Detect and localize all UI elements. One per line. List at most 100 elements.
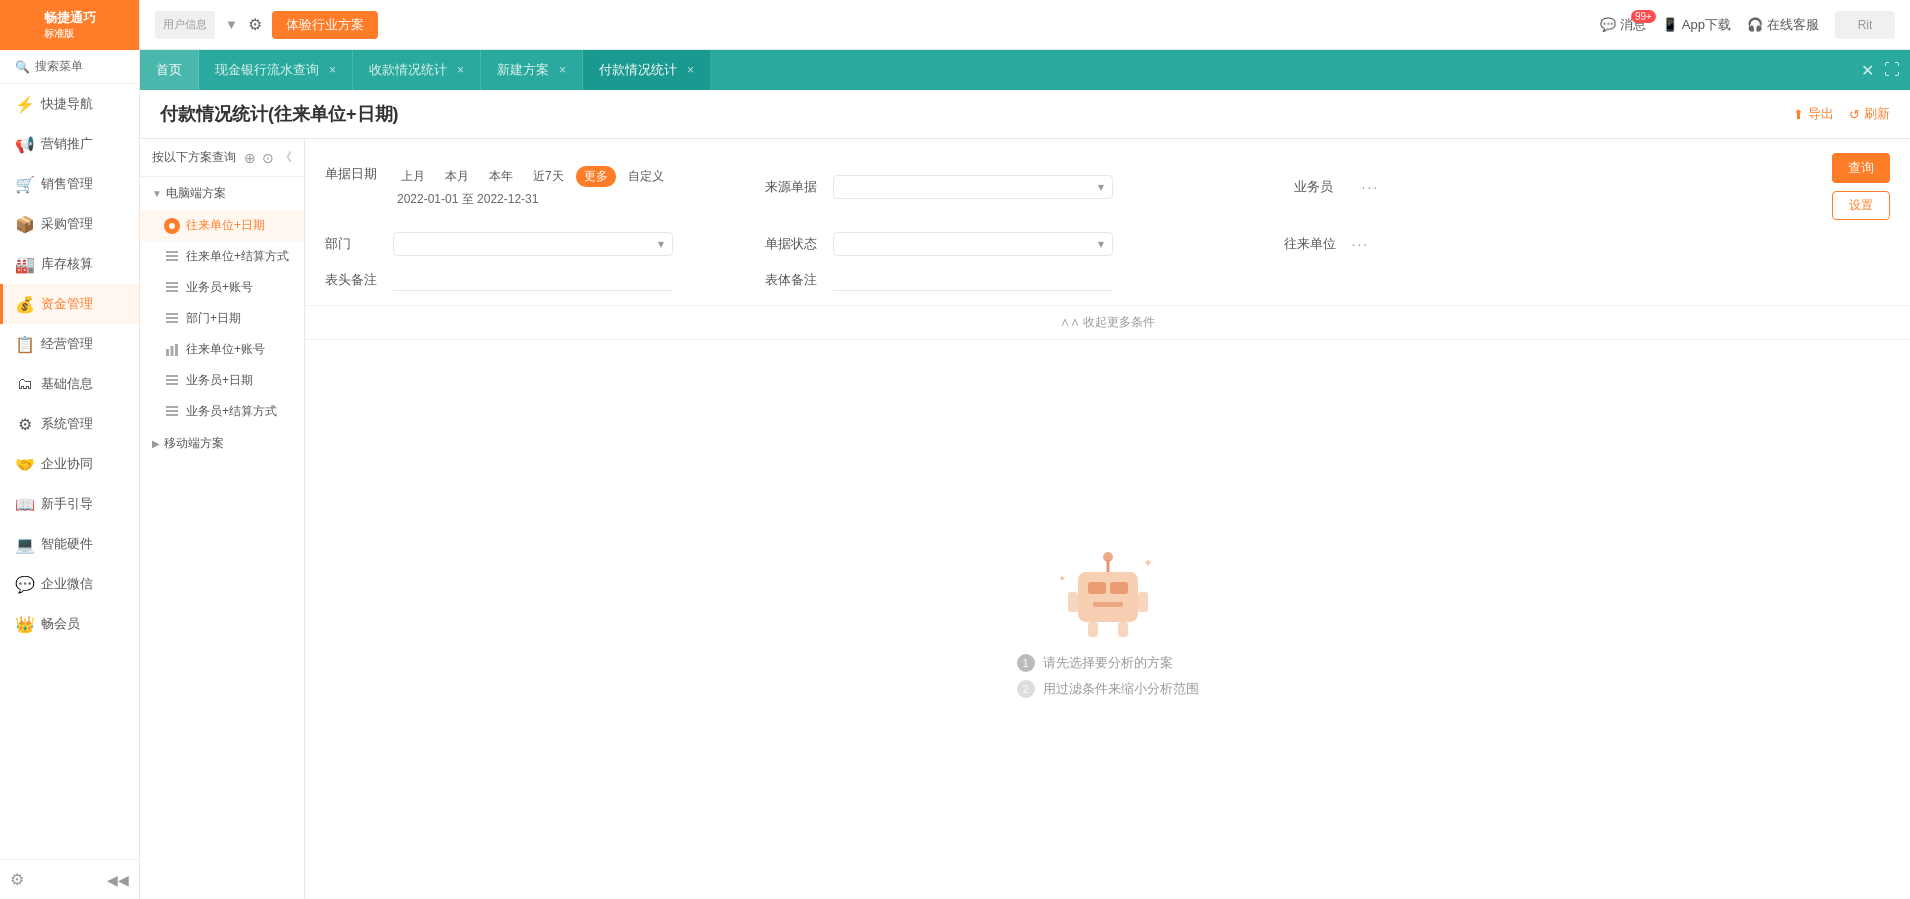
content-area: 按以下方案查询 ⊕ ⊙ 《 ▼ 电脑端方案: [140, 139, 1910, 899]
sidebar-collapse-icon[interactable]: ◀◀: [107, 872, 129, 888]
scheme-item-staff-account[interactable]: 业务员+账号: [140, 272, 304, 303]
user-avatar-right[interactable]: Rit: [1835, 11, 1895, 39]
logo-version: 标准版: [44, 27, 96, 41]
page-header-actions: ⬆ 导出 ↺ 刷新: [1793, 105, 1890, 123]
add-scheme-icon[interactable]: ⊕: [244, 150, 256, 166]
close-window-icon[interactable]: ✕: [1861, 61, 1874, 80]
scheme-panel-label: 按以下方案查询: [152, 149, 236, 166]
scheme-item-label: 业务员+日期: [186, 372, 253, 389]
sidebar-item-wechat[interactable]: 💬 企业微信: [0, 564, 139, 604]
svg-rect-1: [166, 251, 178, 253]
dept-select[interactable]: ▾: [393, 232, 673, 256]
sidebar-item-label: 资金管理: [41, 295, 93, 313]
dropdown-arrow-icon[interactable]: ▼: [225, 17, 238, 32]
sidebar-item-quick-nav[interactable]: ⚡ 快捷导航: [0, 84, 139, 124]
scheme-item-unit-account[interactable]: 往来单位+账号: [140, 334, 304, 365]
search-label: 搜索菜单: [35, 58, 83, 75]
empty-tip-1: 1 请先选择要分析的方案: [1017, 654, 1199, 672]
tabbar: 首页 现金银行流水查询 × 收款情况统计 × 新建方案 × 付款情况统计 × ✕…: [140, 50, 1910, 90]
body-note-input[interactable]: [833, 268, 1113, 291]
group-expand-icon: ▼: [152, 188, 162, 199]
scheme-item-unit-settle[interactable]: 往来单位+结算方式: [140, 241, 304, 272]
query-btn[interactable]: 查询: [1832, 153, 1890, 183]
sidebar-item-finance[interactable]: 💰 资金管理: [0, 284, 139, 324]
filter-rows: 单据日期 上月 本月 本年 近7天 更多 自定义 20: [305, 139, 1910, 306]
sidebar-item-label: 经营管理: [41, 335, 93, 353]
source-select[interactable]: ▾: [833, 175, 1113, 199]
voucher-status-select[interactable]: ▾: [833, 232, 1113, 256]
date-btn-this-month[interactable]: 本月: [437, 165, 477, 188]
sidebar-item-purchase[interactable]: 📦 采购管理: [0, 204, 139, 244]
scheme-item-staff-settle[interactable]: 业务员+结算方式: [140, 396, 304, 427]
collapse-arrow-icon: ∧∧: [1060, 315, 1080, 329]
collapse-panel-icon[interactable]: 《: [280, 149, 292, 166]
sidebar-nav: ⚡ 快捷导航 📢 营销推广 🛒 销售管理 📦 采购管理 🏭 库存核算 💰 资金管…: [0, 84, 139, 859]
settings-btn[interactable]: 设置: [1832, 191, 1890, 220]
tab-receipt-stats-close[interactable]: ×: [457, 63, 464, 77]
svg-text:✦: ✦: [1058, 573, 1066, 584]
date-btn-custom[interactable]: 自定义: [620, 165, 672, 188]
svg-rect-3: [166, 259, 178, 261]
sidebar-item-label: 企业微信: [41, 575, 93, 593]
sidebar-item-member[interactable]: 👑 畅会员: [0, 604, 139, 644]
tab-cash-flow-close[interactable]: ×: [329, 63, 336, 77]
sidebar-item-inventory[interactable]: 🏭 库存核算: [0, 244, 139, 284]
message-btn[interactable]: 💬 消息 99+: [1600, 16, 1646, 34]
tab-payment-stats[interactable]: 付款情况统计 ×: [583, 50, 711, 90]
guide-icon: 📖: [15, 494, 35, 514]
maximize-window-icon[interactable]: ⛶: [1884, 61, 1900, 79]
date-btn-last-month[interactable]: 上月: [393, 165, 433, 188]
quick-nav-icon: ⚡: [15, 94, 35, 114]
sidebar-item-guide[interactable]: 📖 新手引导: [0, 484, 139, 524]
sidebar-item-hardware[interactable]: 💻 智能硬件: [0, 524, 139, 564]
refresh-label: 刷新: [1864, 105, 1890, 123]
scheme-settings-icon[interactable]: ⊙: [262, 150, 274, 166]
tab-cash-flow[interactable]: 现金银行流水查询 ×: [199, 50, 353, 90]
tab-new-scheme-close[interactable]: ×: [559, 63, 566, 77]
scheme-item-unit-date[interactable]: 往来单位+日期: [140, 210, 304, 241]
online-service-btn[interactable]: 🎧 在线客服: [1747, 16, 1819, 34]
voucher-status-dropdown-icon: ▾: [1098, 237, 1104, 251]
sidebar-item-label: 企业协同: [41, 455, 93, 473]
sidebar-item-sales[interactable]: 🛒 销售管理: [0, 164, 139, 204]
refresh-btn[interactable]: ↺ 刷新: [1849, 105, 1890, 123]
scheme-group-mobile-header[interactable]: ▶ 移动端方案: [140, 427, 304, 460]
tab-receipt-stats[interactable]: 收款情况统计 ×: [353, 50, 481, 90]
app-download-btn[interactable]: 📱 App下载: [1662, 16, 1731, 34]
sidebar-item-enterprise[interactable]: 🤝 企业协同: [0, 444, 139, 484]
sidebar-item-operations[interactable]: 📋 经营管理: [0, 324, 139, 364]
message-icon: 💬: [1600, 17, 1616, 32]
chart-icon: [164, 342, 180, 358]
tab-payment-stats-close[interactable]: ×: [687, 63, 694, 77]
sidebar-item-system[interactable]: ⚙ 系统管理: [0, 404, 139, 444]
tab-home[interactable]: 首页: [140, 50, 199, 90]
mobile-group-arrow-icon: ▶: [152, 438, 160, 449]
scheme-item-dept-date[interactable]: 部门+日期: [140, 303, 304, 334]
sidebar-item-label: 销售管理: [41, 175, 93, 193]
search-menu[interactable]: 🔍 搜索菜单: [0, 50, 139, 84]
operations-icon: 📋: [15, 334, 35, 354]
settings-gear-icon[interactable]: ⚙: [10, 870, 24, 889]
sidebar-item-marketing[interactable]: 📢 营销推广: [0, 124, 139, 164]
settings-icon[interactable]: ⚙: [248, 15, 262, 34]
date-btn-this-year[interactable]: 本年: [481, 165, 521, 188]
svg-rect-11: [171, 346, 174, 356]
header-note-input[interactable]: [393, 268, 673, 291]
sidebar-item-basic[interactable]: 🗂 基础信息: [0, 364, 139, 404]
tab-home-label: 首页: [156, 61, 182, 79]
scheme-panel-actions: ⊕ ⊙ 《: [244, 149, 292, 166]
unit-select-dots[interactable]: ···: [1352, 236, 1370, 252]
tab-new-scheme[interactable]: 新建方案 ×: [481, 50, 583, 90]
export-btn[interactable]: ⬆ 导出: [1793, 105, 1834, 123]
date-btn-7days[interactable]: 近7天: [525, 165, 572, 188]
svg-text:✦: ✦: [1143, 556, 1153, 570]
tip-2-text: 用过滤条件来缩小分析范围: [1043, 680, 1199, 698]
scheme-group-desktop-header[interactable]: ▼ 电脑端方案: [140, 177, 304, 210]
scheme-item-staff-date[interactable]: 业务员+日期: [140, 365, 304, 396]
collapse-bar[interactable]: ∧∧ 收起更多条件: [305, 306, 1910, 340]
date-btn-more[interactable]: 更多: [576, 166, 616, 187]
tab-payment-stats-label: 付款情况统计: [599, 61, 677, 79]
staff-select-dots[interactable]: ···: [1362, 179, 1380, 195]
svg-rect-7: [166, 313, 178, 315]
trial-btn[interactable]: 体验行业方案: [272, 11, 378, 39]
